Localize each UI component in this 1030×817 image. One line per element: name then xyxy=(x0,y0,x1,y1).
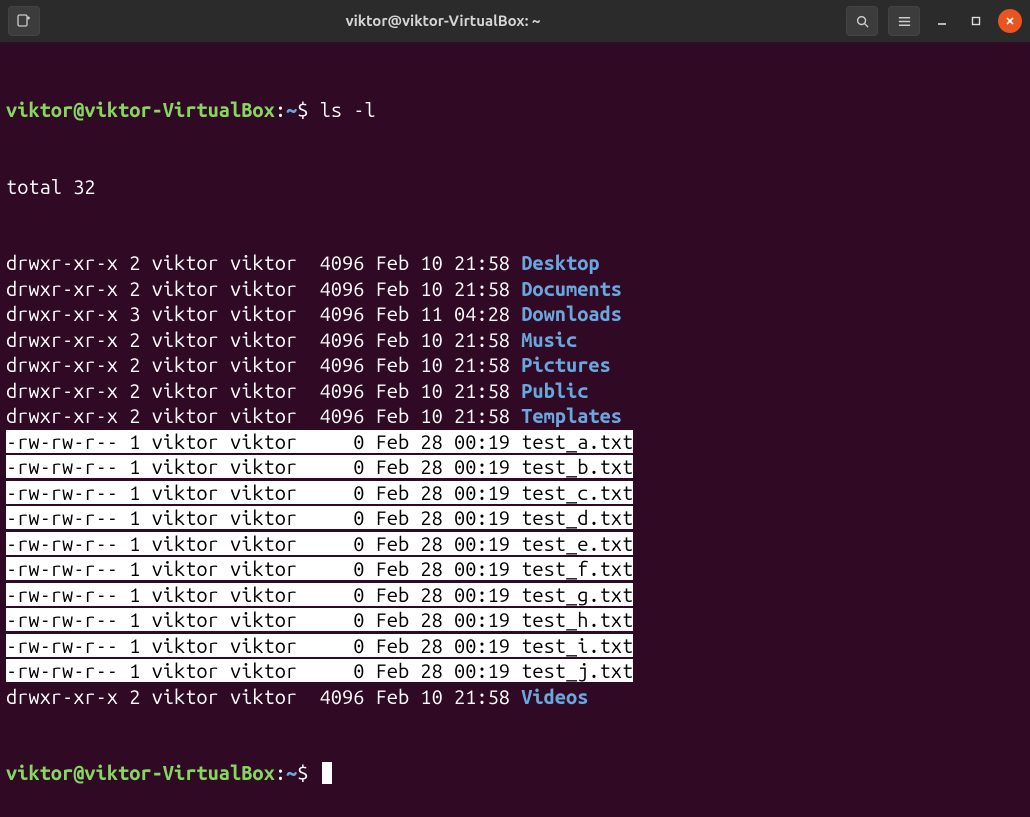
directory-name: Documents xyxy=(521,277,622,300)
list-row: drwxr-xr-x 2 viktor viktor 4096 Feb 10 2… xyxy=(6,327,1024,353)
new-tab-button[interactable] xyxy=(8,6,40,36)
list-row: -rw-rw-r-- 1 viktor viktor 0 Feb 28 00:1… xyxy=(6,531,1024,557)
list-row: -rw-rw-r-- 1 viktor viktor 0 Feb 28 00:1… xyxy=(6,582,1024,608)
list-row: drwxr-xr-x 2 viktor viktor 4096 Feb 10 2… xyxy=(6,276,1024,302)
list-row: drwxr-xr-x 3 viktor viktor 4096 Feb 11 0… xyxy=(6,301,1024,327)
list-row: -rw-rw-r-- 1 viktor viktor 0 Feb 28 00:1… xyxy=(6,633,1024,659)
prompt-line-2: viktor@viktor-VirtualBox:~$ xyxy=(6,760,1024,786)
selected-text: -rw-rw-r-- 1 viktor viktor 0 Feb 28 00:1… xyxy=(6,557,633,580)
close-icon xyxy=(1004,15,1016,27)
directory-name: Downloads xyxy=(521,302,622,325)
selected-text: -rw-rw-r-- 1 viktor viktor 0 Feb 28 00:1… xyxy=(6,455,633,478)
list-row: -rw-rw-r-- 1 viktor viktor 0 Feb 28 00:1… xyxy=(6,429,1024,455)
window-title: viktor@viktor-VirtualBox: ~ xyxy=(40,8,846,34)
hamburger-icon xyxy=(897,14,912,29)
list-row: -rw-rw-r-- 1 viktor viktor 0 Feb 28 00:1… xyxy=(6,480,1024,506)
search-icon xyxy=(855,14,870,29)
list-row: -rw-rw-r-- 1 viktor viktor 0 Feb 28 00:1… xyxy=(6,556,1024,582)
total-line: total 32 xyxy=(6,174,1024,200)
list-row: drwxr-xr-x 2 viktor viktor 4096 Feb 10 2… xyxy=(6,352,1024,378)
search-button[interactable] xyxy=(846,6,878,36)
prompt-user-host: viktor@viktor-VirtualBox xyxy=(6,98,275,121)
directory-name: Pictures xyxy=(521,353,611,376)
selected-text: -rw-rw-r-- 1 viktor viktor 0 Feb 28 00:1… xyxy=(6,634,633,657)
selected-text: -rw-rw-r-- 1 viktor viktor 0 Feb 28 00:1… xyxy=(6,532,633,555)
maximize-icon xyxy=(970,15,982,27)
selected-text: -rw-rw-r-- 1 viktor viktor 0 Feb 28 00:1… xyxy=(6,659,633,682)
cursor xyxy=(322,762,332,784)
window-close-button[interactable] xyxy=(998,9,1022,33)
directory-name: Public xyxy=(521,379,588,402)
prompt-cwd: ~ xyxy=(286,98,297,121)
prompt-line: viktor@viktor-VirtualBox:~$ ls -l xyxy=(6,97,1024,123)
menu-button[interactable] xyxy=(888,6,920,36)
new-tab-icon xyxy=(16,13,32,29)
list-row: -rw-rw-r-- 1 viktor viktor 0 Feb 28 00:1… xyxy=(6,658,1024,684)
selected-text: -rw-rw-r-- 1 viktor viktor 0 Feb 28 00:1… xyxy=(6,583,633,606)
list-row: -rw-rw-r-- 1 viktor viktor 0 Feb 28 00:1… xyxy=(6,607,1024,633)
selected-text: -rw-rw-r-- 1 viktor viktor 0 Feb 28 00:1… xyxy=(6,430,633,453)
directory-name: Desktop xyxy=(521,251,599,274)
selected-text: -rw-rw-r-- 1 viktor viktor 0 Feb 28 00:1… xyxy=(6,608,633,631)
window-titlebar: viktor@viktor-VirtualBox: ~ xyxy=(0,0,1030,42)
directory-name: Templates xyxy=(521,404,622,427)
selected-text: -rw-rw-r-- 1 viktor viktor 0 Feb 28 00:1… xyxy=(6,481,633,504)
ls-output: drwxr-xr-x 2 viktor viktor 4096 Feb 10 2… xyxy=(6,250,1024,709)
command-text: ls -l xyxy=(320,98,376,121)
terminal-viewport[interactable]: viktor@viktor-VirtualBox:~$ ls -l total … xyxy=(0,42,1030,817)
list-row: drwxr-xr-x 2 viktor viktor 4096 Feb 10 2… xyxy=(6,684,1024,710)
list-row: -rw-rw-r-- 1 viktor viktor 0 Feb 28 00:1… xyxy=(6,454,1024,480)
list-row: -rw-rw-r-- 1 viktor viktor 0 Feb 28 00:1… xyxy=(6,505,1024,531)
directory-name: Music xyxy=(521,328,577,351)
minimize-icon xyxy=(936,15,948,27)
list-row: drwxr-xr-x 2 viktor viktor 4096 Feb 10 2… xyxy=(6,378,1024,404)
list-row: drwxr-xr-x 2 viktor viktor 4096 Feb 10 2… xyxy=(6,250,1024,276)
selected-text: -rw-rw-r-- 1 viktor viktor 0 Feb 28 00:1… xyxy=(6,506,633,529)
window-minimize-button[interactable] xyxy=(930,9,954,33)
directory-name: Videos xyxy=(521,685,588,708)
window-maximize-button[interactable] xyxy=(964,9,988,33)
list-row: drwxr-xr-x 2 viktor viktor 4096 Feb 10 2… xyxy=(6,403,1024,429)
